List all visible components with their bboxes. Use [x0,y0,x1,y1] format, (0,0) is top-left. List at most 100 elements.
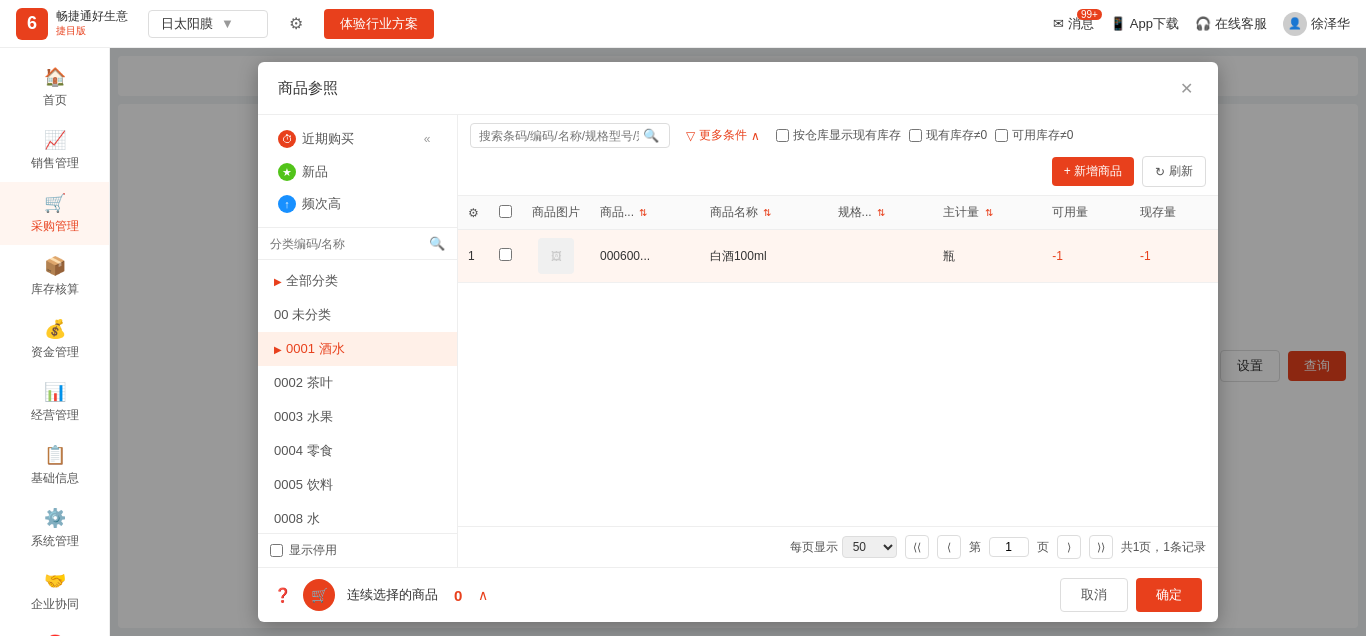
row-name: 白酒100ml [700,230,828,283]
next-page-button[interactable]: ⟩ [1057,535,1081,559]
nav-right: ✉ 消息 99+ 📱 App下载 🎧 在线客服 👤 徐泽华 [1053,12,1350,36]
row-checkbox[interactable] [499,248,512,261]
category-item-beverage[interactable]: 0005 饮料 [258,468,457,502]
collapse-icon[interactable]: « [417,129,437,149]
sidebar-item-operation[interactable]: 📊 经营管理 [0,371,109,434]
app-download-nav-item[interactable]: 📱 App下载 [1110,15,1179,33]
filter-more-button[interactable]: ▽ 更多条件 ∧ [678,123,768,148]
inventory-icon: 📦 [44,255,66,277]
product-reference-modal: 商品参照 ✕ ⏱ 近期购买 « [258,62,1218,622]
messages-badge: 99+ [1077,9,1102,20]
modal-header: 商品参照 ✕ [258,62,1218,115]
category-search-input[interactable] [270,237,423,251]
th-name[interactable]: 商品名称 ⇅ [700,196,828,230]
new-icon: ★ [278,163,296,181]
select-all-checkbox[interactable] [499,205,512,218]
modal-close-button[interactable]: ✕ [1174,76,1198,100]
confirm-button[interactable]: 确定 [1136,578,1202,612]
category-item-snack[interactable]: 0004 零食 [258,434,457,468]
quick-item-frequent[interactable]: ↑ 频次高 [270,189,445,219]
online-service-nav-item[interactable]: 🎧 在线客服 [1195,15,1267,33]
th-code[interactable]: 商品... ⇅ [590,196,700,230]
row-image-cell: 🖼 [522,230,590,283]
page-label-end: 页 [1037,539,1049,556]
refresh-button[interactable]: ↻ 刷新 [1142,156,1206,187]
category-item-all[interactable]: ▶ 全部分类 [258,264,457,298]
sidebar-item-enterprise[interactable]: 🤝 企业协同 [0,560,109,623]
sidebar-item-home[interactable]: 🏠 首页 [0,56,109,119]
modal-footer: ❓ 🛒 连续选择的商品 0 ∧ 取消 确定 [258,567,1218,622]
column-settings-icon[interactable]: ⚙ [468,206,479,220]
logo-area: 6 畅捷通好生意 捷目版 [16,8,136,40]
filter-up-icon: ∧ [751,129,760,143]
th-spec[interactable]: 规格... ⇅ [828,196,934,230]
spec-sort-icon: ⇅ [877,207,885,218]
page-size-dropdown[interactable]: 20 50 100 [842,536,897,558]
th-available: 可用量 [1042,196,1130,230]
category-search-icon[interactable]: 🔍 [429,236,445,251]
category-item-liquor[interactable]: ▶ 0001 酒水 [258,332,457,366]
page-size-select: 每页显示 20 50 100 [790,536,897,558]
sidebar-item-system[interactable]: ⚙️ 系统管理 [0,497,109,560]
available-stock-checkbox[interactable] [909,129,922,142]
store-selector[interactable]: 日太阳膜 ▼ [148,10,268,38]
filter-icon: ▽ [686,129,695,143]
th-unit[interactable]: 主计量 ⇅ [933,196,1042,230]
system-icon: ⚙️ [44,507,66,529]
sidebar-item-basic[interactable]: 📋 基础信息 [0,434,109,497]
category-item-water[interactable]: 0008 水 [258,502,457,533]
warehouse-checkbox[interactable] [776,129,789,142]
product-search-wrap: 🔍 [470,123,670,148]
all-arrow-icon: ▶ [274,276,282,287]
sidebar-item-sales[interactable]: 📈 销售管理 [0,119,109,182]
message-icon: ✉ [1053,16,1064,31]
top-nav: 6 畅捷通好生意 捷目版 日太阳膜 ▼ ⚙ 体验行业方案 ✉ 消息 99+ 📱 … [0,0,1366,48]
quick-item-recent[interactable]: ⏱ 近期购买 « [270,123,445,155]
messages-nav-item[interactable]: ✉ 消息 99+ [1053,15,1094,33]
sidebar-item-purchase[interactable]: 🛒 采购管理 [0,182,109,245]
sidebar-item-guide[interactable]: 🎯 新手引导 [0,623,109,636]
page-number-input[interactable] [989,537,1029,557]
category-item-fruit[interactable]: 0003 水果 [258,400,457,434]
row-available: -1 [1042,230,1130,283]
image-placeholder-icon: 🖼 [551,250,562,262]
brand-sub: 捷目版 [56,24,128,38]
show-disabled-checkbox[interactable] [270,544,283,557]
cart-button[interactable]: 🛒 [303,579,335,611]
sidebar-item-finance[interactable]: 💰 资金管理 [0,308,109,371]
sidebar-item-inventory[interactable]: 📦 库存核算 [0,245,109,308]
modal-overlay: 商品参照 ✕ ⏱ 近期购买 « [110,48,1366,636]
trial-button[interactable]: 体验行业方案 [324,9,434,39]
category-panel: ⏱ 近期购买 « ★ 新品 ↑ 频次高 [258,115,458,567]
product-search-input[interactable] [479,129,639,143]
modal-title: 商品参照 [278,79,338,98]
product-image: 🖼 [538,238,574,274]
username: 徐泽华 [1311,15,1350,33]
settings-icon[interactable]: ⚙ [280,8,312,40]
cancel-button[interactable]: 取消 [1060,578,1128,612]
category-item-unclassified[interactable]: 00 未分类 [258,298,457,332]
footer-collapse-icon[interactable]: ∧ [478,587,488,603]
category-quick: ⏱ 近期购买 « ★ 新品 ↑ 频次高 [258,115,457,228]
quick-item-new[interactable]: ★ 新品 [270,157,445,187]
code-sort-icon: ⇅ [639,207,647,218]
user-nav-item[interactable]: 👤 徐泽华 [1283,12,1350,36]
first-page-button[interactable]: ⟨⟨ [905,535,929,559]
add-product-button[interactable]: + 新增商品 [1052,157,1134,186]
brand-name: 畅捷通好生意 [56,9,128,25]
row-stock: -1 [1130,230,1218,283]
product-table-wrap: ⚙ 商品图片 [458,196,1218,526]
usable-stock-checkbox[interactable] [995,129,1008,142]
table-row[interactable]: 1 🖼 [458,230,1218,283]
product-toolbar: 🔍 ▽ 更多条件 ∧ 按仓库显示现有库存 [458,115,1218,196]
show-disabled-label: 显示停用 [289,542,337,559]
category-item-tea[interactable]: 0002 茶叶 [258,366,457,400]
th-checkbox [489,196,522,230]
last-page-button[interactable]: ⟩⟩ [1089,535,1113,559]
sales-icon: 📈 [44,129,66,151]
search-icon[interactable]: 🔍 [643,128,659,143]
liquor-arrow-icon: ▶ [274,344,282,355]
prev-page-button[interactable]: ⟨ [937,535,961,559]
table-header: ⚙ 商品图片 [458,196,1218,230]
help-icon[interactable]: ❓ [274,587,291,603]
